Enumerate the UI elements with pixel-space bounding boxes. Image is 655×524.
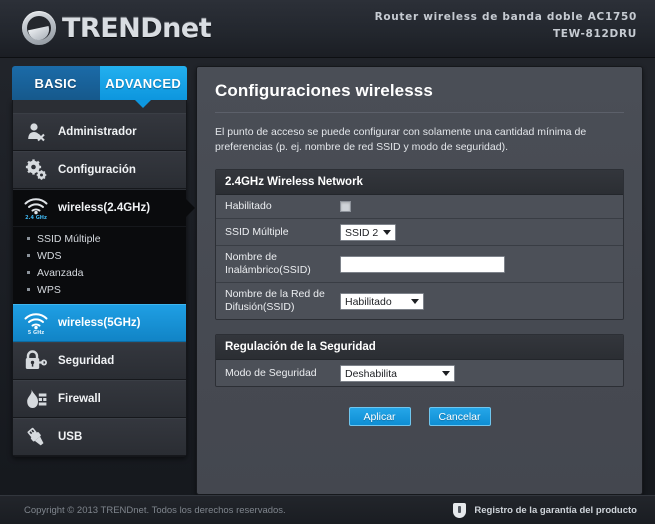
wifi-5ghz-icon: 5 GHz (23, 311, 49, 335)
bullet-icon (27, 271, 30, 274)
sidebar-item-usb-label: USB (58, 431, 83, 443)
section-heading-seguridad: Regulación de la Seguridad (216, 335, 623, 360)
row-ssid-multiple: SSID Múltiple SSID 2. (216, 219, 623, 246)
broadcast-ssid-select-wrap: Habilitado (340, 292, 424, 310)
label-habilitado: Habilitado (216, 195, 334, 218)
sidebar: BASIC ADVANCED Administrador Configuraci… (12, 66, 195, 495)
admin-user-icon (23, 121, 49, 143)
broadcast-ssid-select[interactable]: Habilitado (340, 293, 424, 310)
copyright-text: Copyright © 2013 TRENDnet. Todos los der… (24, 504, 286, 516)
tab-basic[interactable]: BASIC (12, 66, 100, 100)
sidebar-item-wireless-24ghz-label: wireless(2.4GHz) (58, 202, 151, 214)
tab-advanced[interactable]: ADVANCED (99, 66, 187, 108)
section-wireless-24ghz: 2.4GHz Wireless Network Habilitado SSID … (215, 169, 624, 320)
apply-button[interactable]: Aplicar (348, 407, 411, 426)
sidebar-subitem-wps-label: WPS (37, 283, 61, 296)
label-nombre-inalambrico: Nombre de Inalámbrico(SSID) (216, 246, 334, 282)
control-habilitado (334, 195, 623, 218)
security-mode-select-wrap: Deshabilita (340, 364, 455, 382)
page-header: TRENDnet Router wireless de banda doble … (0, 0, 655, 58)
ssid-name-input[interactable] (340, 255, 505, 273)
usb-plug-icon (23, 426, 49, 448)
sidebar-item-seguridad[interactable]: Seguridad (13, 342, 186, 380)
sidebar-subitem-ssid-multiple-label: SSID Múltiple (37, 232, 101, 245)
section-seguridad: Regulación de la Seguridad Modo de Segur… (215, 334, 624, 387)
warranty-registration-label: Registro de la garantía del producto (474, 504, 637, 516)
label-ssid-multiple: SSID Múltiple (216, 219, 334, 245)
sidebar-item-administrador[interactable]: Administrador (13, 113, 186, 151)
logo-upper: TREND (62, 12, 163, 44)
product-description: Router wireless de banda doble AC1750 (374, 11, 637, 23)
firewall-flame-icon (23, 388, 49, 410)
sidebar-item-wireless-24ghz[interactable]: 2.4 GHz wireless(2.4GHz) (13, 189, 195, 227)
sidebar-item-configuracion[interactable]: Configuración (13, 151, 186, 189)
page-title: Configuraciones wirelesss (215, 81, 624, 113)
gears-icon (23, 159, 49, 181)
sidebar-menu: Administrador Configuración 2.4 GHz wire… (12, 100, 195, 457)
ssid-multiple-select[interactable]: SSID 2. (340, 224, 396, 241)
warranty-registration-link[interactable]: Registro de la garantía del producto (453, 502, 637, 518)
lock-key-icon (23, 350, 49, 372)
sidebar-item-seguridad-label: Seguridad (58, 355, 115, 367)
sidebar-item-usb[interactable]: USB (13, 418, 186, 456)
sidebar-item-wireless-5ghz-label: wireless(5GHz) (58, 317, 141, 329)
trendnet-logo-text: TRENDnet (62, 12, 212, 44)
sidebar-item-configuracion-label: Configuración (58, 164, 136, 176)
sidebar-subitem-avanzada-label: Avanzada (37, 266, 84, 279)
control-ssid-multiple: SSID 2. (334, 219, 623, 245)
sidebar-subitem-ssid-multiple[interactable]: SSID Múltiple (13, 230, 186, 247)
router-admin-page: TRENDnet Router wireless de banda doble … (0, 0, 655, 524)
sidebar-item-firewall-label: Firewall (58, 393, 101, 405)
sidebar-subitem-avanzada[interactable]: Avanzada (13, 264, 186, 281)
page-footer: Copyright © 2013 TRENDnet. Todos los der… (0, 495, 655, 524)
svg-text:5 GHz: 5 GHz (28, 330, 45, 335)
wifi-24ghz-icon: 2.4 GHz (23, 196, 49, 220)
trendnet-logo-mark-icon (22, 11, 56, 45)
tab-basic-label: BASIC (34, 75, 77, 91)
row-modo-seguridad: Modo de Seguridad Deshabilita (216, 360, 623, 386)
bullet-icon (27, 288, 30, 291)
sidebar-item-wireless-5ghz[interactable]: 5 GHz wireless(5GHz) (13, 304, 186, 342)
main-panel: Configuraciones wirelesss El punto de ac… (196, 66, 643, 495)
control-modo-seguridad: Deshabilita (334, 360, 623, 386)
trendnet-logo: TRENDnet (22, 11, 212, 45)
sidebar-subitem-wps[interactable]: WPS (13, 281, 186, 298)
ssid-multiple-select-wrap: SSID 2. (340, 223, 396, 241)
product-model: TEW-812DRU (552, 28, 637, 40)
sidebar-item-firewall[interactable]: Firewall (13, 380, 186, 418)
form-actions: Aplicar Cancelar (215, 407, 624, 426)
mode-tabs: BASIC ADVANCED (12, 66, 187, 108)
sidebar-subitem-wds[interactable]: WDS (13, 247, 186, 264)
page-description: El punto de acceso se puede configurar c… (215, 126, 587, 153)
sidebar-subitem-wds-label: WDS (37, 249, 62, 262)
control-nombre-red-difusion: Habilitado (334, 283, 623, 319)
shield-icon (453, 502, 467, 518)
logo-lower: net (162, 12, 212, 44)
row-nombre-inalambrico: Nombre de Inalámbrico(SSID) (216, 246, 623, 283)
product-model-block: Router wireless de banda doble AC1750 TE… (375, 9, 637, 43)
control-nombre-inalambrico (334, 246, 623, 282)
sidebar-submenu-wireless-24ghz: SSID Múltiple WDS Avanzada WPS (13, 227, 186, 304)
section-heading-wireless-24ghz: 2.4GHz Wireless Network (216, 170, 623, 195)
tab-advanced-label: ADVANCED (105, 75, 182, 91)
label-modo-seguridad: Modo de Seguridad (216, 360, 334, 386)
label-nombre-red-difusion: Nombre de la Red de Difusión(SSID) (216, 283, 334, 319)
sidebar-item-administrador-label: Administrador (58, 126, 137, 138)
row-nombre-red-difusion: Nombre de la Red de Difusión(SSID) Habil… (216, 283, 623, 319)
cancel-button[interactable]: Cancelar (428, 407, 491, 426)
security-mode-select[interactable]: Deshabilita (340, 365, 455, 382)
bullet-icon (27, 254, 30, 257)
row-habilitado: Habilitado (216, 195, 623, 219)
bullet-icon (27, 237, 30, 240)
page-body: BASIC ADVANCED Administrador Configuraci… (0, 58, 655, 495)
svg-text:2.4 GHz: 2.4 GHz (25, 215, 47, 220)
habilitado-checkbox[interactable] (340, 201, 351, 212)
